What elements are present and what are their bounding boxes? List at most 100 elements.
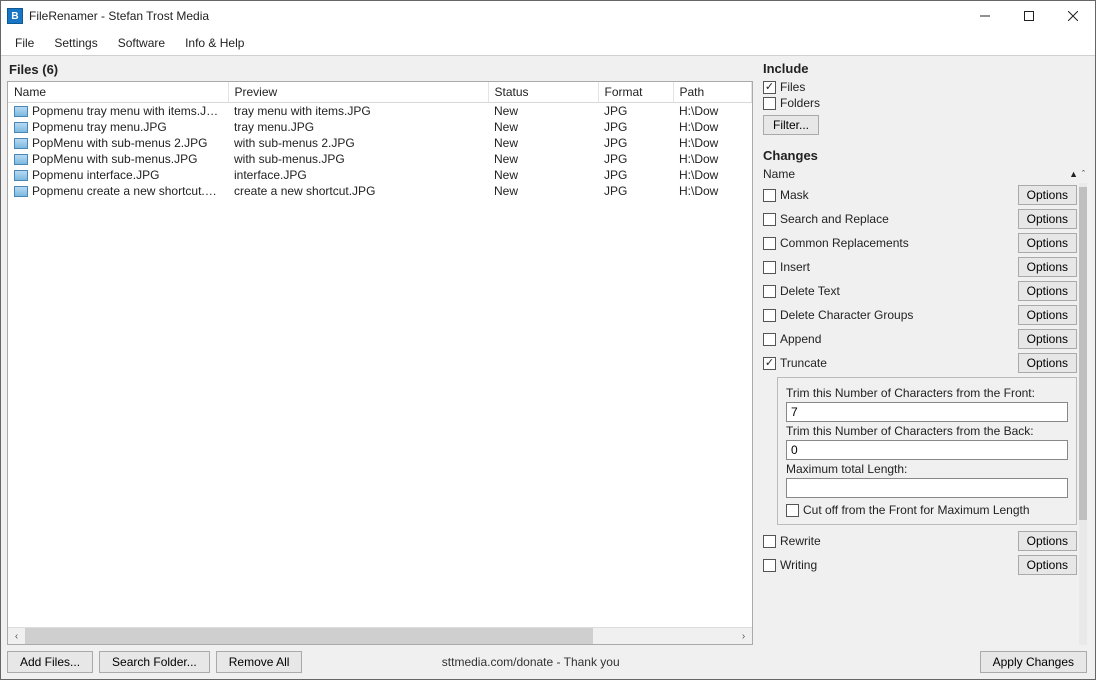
rewrite-checkbox[interactable] (763, 535, 776, 548)
change-insert[interactable]: Insert Options (763, 255, 1077, 279)
column-preview[interactable]: Preview (228, 82, 488, 103)
file-preview: with sub-menus 2.JPG (228, 135, 488, 151)
menu-software[interactable]: Software (108, 33, 175, 53)
table-row[interactable]: PopMenu with sub-menus 2.JPG with sub-men… (8, 135, 752, 151)
cutoff-checkbox[interactable] (786, 504, 799, 517)
change-common-replacements[interactable]: Common Replacements Options (763, 231, 1077, 255)
file-preview: tray menu.JPG (228, 119, 488, 135)
common-replacements-checkbox[interactable] (763, 237, 776, 250)
mask-checkbox[interactable] (763, 189, 776, 202)
changes-name-row: Name ▲ ˆ (763, 166, 1087, 183)
minimize-button[interactable] (963, 1, 1007, 31)
cutoff-row[interactable]: Cut off from the Front for Maximum Lengt… (786, 502, 1068, 518)
files-label: Files (780, 80, 805, 94)
table-row[interactable]: Popmenu tray menu.JPGtray menu.JPGNewJPG… (8, 119, 752, 135)
change-search-replace[interactable]: Search and Replace Options (763, 207, 1077, 231)
trim-front-input[interactable] (786, 402, 1068, 422)
change-delete-char-groups[interactable]: Delete Character Groups Options (763, 303, 1077, 327)
file-preview: with sub-menus.JPG (228, 151, 488, 167)
writing-options-button[interactable]: Options (1018, 555, 1077, 575)
append-checkbox[interactable] (763, 333, 776, 346)
column-format[interactable]: Format (598, 82, 673, 103)
delete-text-checkbox[interactable] (763, 285, 776, 298)
file-status: New (488, 183, 598, 199)
menu-file[interactable]: File (5, 33, 44, 53)
search-folder-button[interactable]: Search Folder... (99, 651, 210, 673)
file-format: JPG (598, 183, 673, 199)
insert-options-button[interactable]: Options (1018, 257, 1077, 277)
files-checkbox[interactable] (763, 81, 776, 94)
change-truncate[interactable]: Truncate Options (763, 351, 1077, 375)
scroll-left-icon[interactable]: ‹ (8, 628, 25, 645)
file-name: PopMenu with sub-menus.JPG (32, 152, 197, 166)
file-path: H:\Dow (673, 103, 752, 120)
trim-back-input[interactable] (786, 440, 1068, 460)
file-icon (14, 122, 28, 133)
truncate-checkbox[interactable] (763, 357, 776, 370)
trim-back-label: Trim this Number of Characters from the … (786, 422, 1068, 440)
common-replacements-options-button[interactable]: Options (1018, 233, 1077, 253)
column-name[interactable]: Name (8, 82, 228, 103)
remove-all-button[interactable]: Remove All (216, 651, 303, 673)
truncate-options-button[interactable]: Options (1018, 353, 1077, 373)
file-path: H:\Dow (673, 135, 752, 151)
changes-list: Mask Options Search and Replace Options … (763, 183, 1087, 645)
file-path: H:\Dow (673, 183, 752, 199)
max-length-input[interactable] (786, 478, 1068, 498)
file-name: Popmenu interface.JPG (32, 168, 159, 182)
file-format: JPG (598, 119, 673, 135)
change-delete-text[interactable]: Delete Text Options (763, 279, 1077, 303)
change-rewrite[interactable]: Rewrite Options (763, 529, 1077, 553)
column-status[interactable]: Status (488, 82, 598, 103)
include-folders-row[interactable]: Folders (763, 95, 1087, 111)
maximize-button[interactable] (1007, 1, 1051, 31)
file-format: JPG (598, 135, 673, 151)
folders-checkbox[interactable] (763, 97, 776, 110)
search-replace-checkbox[interactable] (763, 213, 776, 226)
left-pane: Files (6) Name Preview Status Format Pat… (1, 56, 759, 679)
insert-checkbox[interactable] (763, 261, 776, 274)
donate-text: sttmedia.com/donate - Thank you (308, 655, 753, 669)
vertical-scrollbar[interactable] (1079, 183, 1087, 645)
file-name: PopMenu with sub-menus 2.JPG (32, 136, 207, 150)
file-icon (14, 154, 28, 165)
change-mask[interactable]: Mask Options (763, 183, 1077, 207)
file-path: H:\Dow (673, 167, 752, 183)
file-status: New (488, 103, 598, 120)
bottom-toolbar: Add Files... Search Folder... Remove All… (7, 645, 753, 673)
delete-text-options-button[interactable]: Options (1018, 281, 1077, 301)
filter-button[interactable]: Filter... (763, 115, 819, 135)
table-row[interactable]: Popmenu interface.JPGinterface.JPGNewJPG… (8, 167, 752, 183)
horizontal-scrollbar[interactable]: ‹ › (8, 627, 752, 644)
mask-options-button[interactable]: Options (1018, 185, 1077, 205)
file-format: JPG (598, 167, 673, 183)
table-row[interactable]: PopMenu with sub-menus.JPG with sub-menus… (8, 151, 752, 167)
max-length-label: Maximum total Length: (786, 460, 1068, 478)
column-path[interactable]: Path (673, 82, 752, 103)
sort-up-icon[interactable]: ▲ (1067, 169, 1080, 179)
change-append[interactable]: Append Options (763, 327, 1077, 351)
include-files-row[interactable]: Files (763, 79, 1087, 95)
scroll-right-icon[interactable]: › (735, 628, 752, 645)
file-preview: interface.JPG (228, 167, 488, 183)
append-options-button[interactable]: Options (1018, 329, 1077, 349)
collapse-icon[interactable]: ˆ (1080, 169, 1087, 179)
rewrite-options-button[interactable]: Options (1018, 531, 1077, 551)
writing-checkbox[interactable] (763, 559, 776, 572)
delete-char-groups-options-button[interactable]: Options (1018, 305, 1077, 325)
table-row[interactable]: Popmenu tray menu with items.JPGtray men… (8, 103, 752, 120)
close-button[interactable] (1051, 1, 1095, 31)
trim-front-label: Trim this Number of Characters from the … (786, 384, 1068, 402)
menu-settings[interactable]: Settings (44, 33, 107, 53)
add-files-button[interactable]: Add Files... (7, 651, 93, 673)
menu-info-help[interactable]: Info & Help (175, 33, 254, 53)
menu-bar: File Settings Software Info & Help (1, 31, 1095, 56)
file-icon (14, 138, 28, 149)
change-writing[interactable]: Writing Options (763, 553, 1077, 577)
table-row[interactable]: Popmenu create a new shortcut.JPGcreate … (8, 183, 752, 199)
file-name: Popmenu create a new shortcut.JPG (32, 184, 228, 198)
file-preview: tray menu with items.JPG (228, 103, 488, 120)
search-replace-options-button[interactable]: Options (1018, 209, 1077, 229)
apply-changes-button[interactable]: Apply Changes (980, 651, 1087, 673)
delete-char-groups-checkbox[interactable] (763, 309, 776, 322)
